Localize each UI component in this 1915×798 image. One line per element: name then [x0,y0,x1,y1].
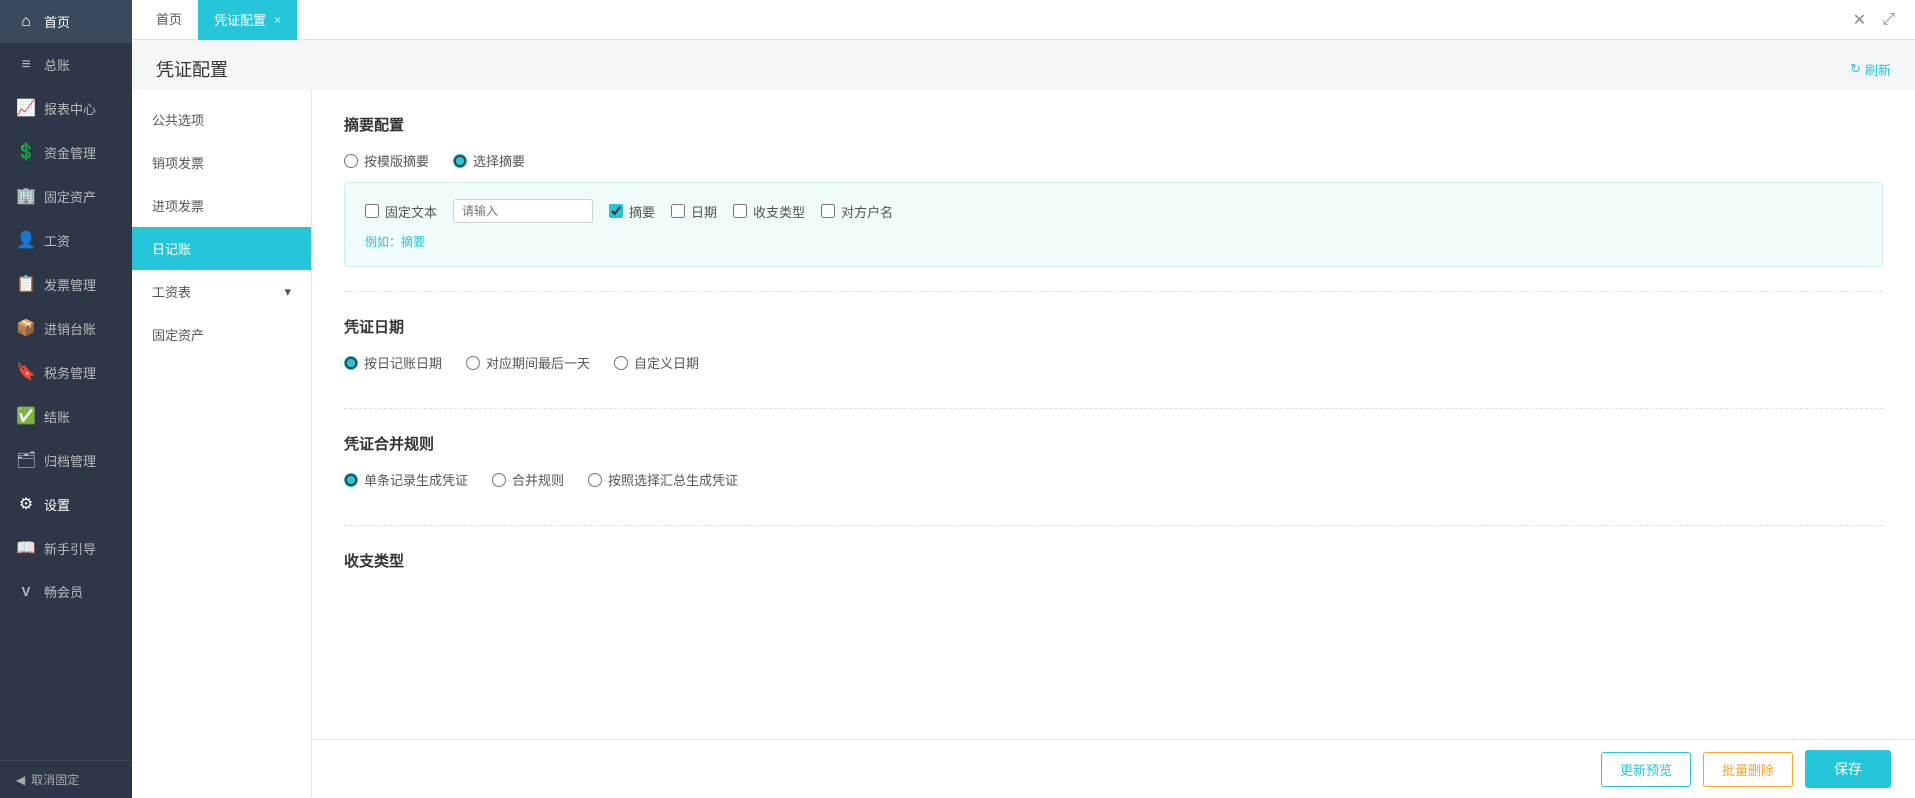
section-summary-config: 摘要配置 按模版摘要 选择摘要 [344,114,1883,292]
tab-bar: 首页 凭证配置 × ✕ ⤢ [132,0,1915,40]
section-payment-type: 收支类型 [344,550,1883,611]
left-nav: 公共选项 销项发票 进项发票 日记账 工资表 ▾ 固定资产 [132,90,312,798]
save-button[interactable]: 保存 [1805,750,1891,788]
reports-icon: 📈 [16,98,36,118]
expand-window-button[interactable]: ⤢ [1878,6,1899,34]
salary-icon: 👤 [16,230,36,250]
checkbox-fixed-text-input[interactable] [365,204,379,218]
batch-delete-button[interactable]: 批量删除 [1703,752,1793,787]
sidebar-item-invoice[interactable]: 📋 发票管理 [0,262,132,306]
voucher-date-title: 凭证日期 [344,316,1883,337]
invoice-icon: 📋 [16,274,36,294]
nav-item-journal[interactable]: 日记账 [132,227,311,270]
sidebar-item-settings[interactable]: ⚙ 设置 [0,482,132,526]
radio-merge-input[interactable] [492,473,506,487]
nav-item-purchase-invoice[interactable]: 进项发票 [132,184,311,227]
radio-select-merge-input[interactable] [588,473,602,487]
checkbox-counterparty[interactable]: 对方户名 [821,202,893,221]
sidebar-item-reports[interactable]: 📈 报表中心 [0,86,132,130]
page-header: 凭证配置 ↻ 刷新 [132,40,1915,90]
refresh-icon: ↻ [1850,61,1861,77]
assets-icon: 🏢 [16,186,36,206]
payment-type-title: 收支类型 [344,550,1883,571]
radio-template[interactable]: 按模版摘要 [344,151,429,170]
voucher-date-radio-group: 按日记账日期 对应期间最后一天 自定义日期 [344,353,1883,372]
close-tab-icon[interactable]: × [274,13,281,27]
sidebar-item-salary[interactable]: 👤 工资 [0,218,132,262]
nav-item-fixed-assets[interactable]: 固定资产 [132,313,311,356]
sidebar: ⌂ 首页 ≡ 总账 📈 报表中心 💲 资金管理 🏢 固定资产 👤 工资 📋 发票… [0,0,132,798]
summary-config-title: 摘要配置 [344,114,1883,135]
radio-single[interactable]: 单条记录生成凭证 [344,470,468,489]
tab-actions: ✕ ⤢ [1849,6,1907,34]
sidebar-item-vip[interactable]: V 畅会员 [0,570,132,613]
ledger-icon: ≡ [16,56,36,74]
settle-icon: ✅ [16,406,36,426]
checkbox-summary-input[interactable] [609,204,623,218]
merge-rules-title: 凭证合并规则 [344,433,1883,454]
sidebar-item-guide[interactable]: 📖 新手引导 [0,526,132,570]
sidebar-item-funds[interactable]: 💲 资金管理 [0,130,132,174]
sidebar-item-purchase[interactable]: 📦 进销台账 [0,306,132,350]
nav-item-sales-invoice[interactable]: 销项发票 [132,141,311,184]
home-icon: ⌂ [16,13,36,31]
sidebar-item-settle[interactable]: ✅ 结账 [0,394,132,438]
radio-last-period[interactable]: 对应期间最后一天 [466,353,590,372]
radio-by-journal[interactable]: 按日记账日期 [344,353,442,372]
sidebar-item-assets[interactable]: 🏢 固定资产 [0,174,132,218]
sidebar-unpin[interactable]: ◀ 取消固定 [0,760,132,798]
checkbox-counterparty-input[interactable] [821,204,835,218]
pin-icon: ◀ [16,773,25,787]
guide-icon: 📖 [16,538,36,558]
radio-custom-date[interactable]: 自定义日期 [614,353,699,372]
sidebar-item-home[interactable]: ⌂ 首页 [0,0,132,43]
merge-rules-radio-group: 单条记录生成凭证 合并规则 按照选择汇总生成凭证 [344,470,1883,489]
radio-select-merge[interactable]: 按照选择汇总生成凭证 [588,470,738,489]
sidebar-item-ledger[interactable]: ≡ 总账 [0,43,132,86]
radio-custom-date-input[interactable] [614,356,628,370]
checkbox-fixed-text[interactable]: 固定文本 [365,202,437,221]
radio-last-period-input[interactable] [466,356,480,370]
update-preview-button[interactable]: 更新预览 [1601,752,1691,787]
tab-home[interactable]: 首页 [140,0,198,40]
vip-icon: V [16,584,36,599]
radio-merge[interactable]: 合并规则 [492,470,564,489]
fixed-text-input[interactable] [453,199,593,223]
right-content: 摘要配置 按模版摘要 选择摘要 [312,90,1915,739]
summary-checkboxes-row: 固定文本 摘要 日期 [365,199,1862,223]
nav-item-public[interactable]: 公共选项 [132,98,311,141]
section-voucher-date: 凭证日期 按日记账日期 对应期间最后一天 自定义日期 [344,316,1883,409]
nav-item-payroll[interactable]: 工资表 ▾ [132,270,311,313]
radio-single-input[interactable] [344,473,358,487]
checkbox-payment-type[interactable]: 收支类型 [733,202,805,221]
checkbox-summary[interactable]: 摘要 [609,202,655,221]
archive-icon: 🗂 [16,450,36,470]
radio-select[interactable]: 选择摘要 [453,151,525,170]
radio-select-input[interactable] [453,154,467,168]
summary-radio-group: 按模版摘要 选择摘要 [344,151,1883,170]
main-area: 首页 凭证配置 × ✕ ⤢ 凭证配置 ↻ 刷新 公共选项 销项发票 进 [132,0,1915,798]
settings-icon: ⚙ [16,494,36,514]
purchase-icon: 📦 [16,318,36,338]
checkbox-date[interactable]: 日期 [671,202,717,221]
checkbox-payment-type-input[interactable] [733,204,747,218]
close-window-button[interactable]: ✕ [1849,6,1870,34]
example-text: 例如：摘要 [365,233,1862,250]
checkbox-date-input[interactable] [671,204,685,218]
content-area: 公共选项 销项发票 进项发票 日记账 工资表 ▾ 固定资产 [132,90,1915,798]
section-merge-rules: 凭证合并规则 单条记录生成凭证 合并规则 按照选择汇总生成凭证 [344,433,1883,526]
refresh-button[interactable]: ↻ 刷新 [1850,60,1891,79]
chevron-down-icon: ▾ [284,284,291,300]
tab-voucher-config[interactable]: 凭证配置 × [198,0,297,40]
sidebar-item-archive[interactable]: 🗂 归档管理 [0,438,132,482]
tax-icon: 🔖 [16,362,36,382]
funds-icon: 💲 [16,142,36,162]
radio-by-journal-input[interactable] [344,356,358,370]
summary-box: 固定文本 摘要 日期 [344,182,1883,267]
radio-template-input[interactable] [344,154,358,168]
sidebar-item-tax[interactable]: 🔖 税务管理 [0,350,132,394]
bottom-toolbar: 更新预览 批量删除 保存 [312,739,1915,798]
page-title: 凭证配置 [156,56,228,82]
